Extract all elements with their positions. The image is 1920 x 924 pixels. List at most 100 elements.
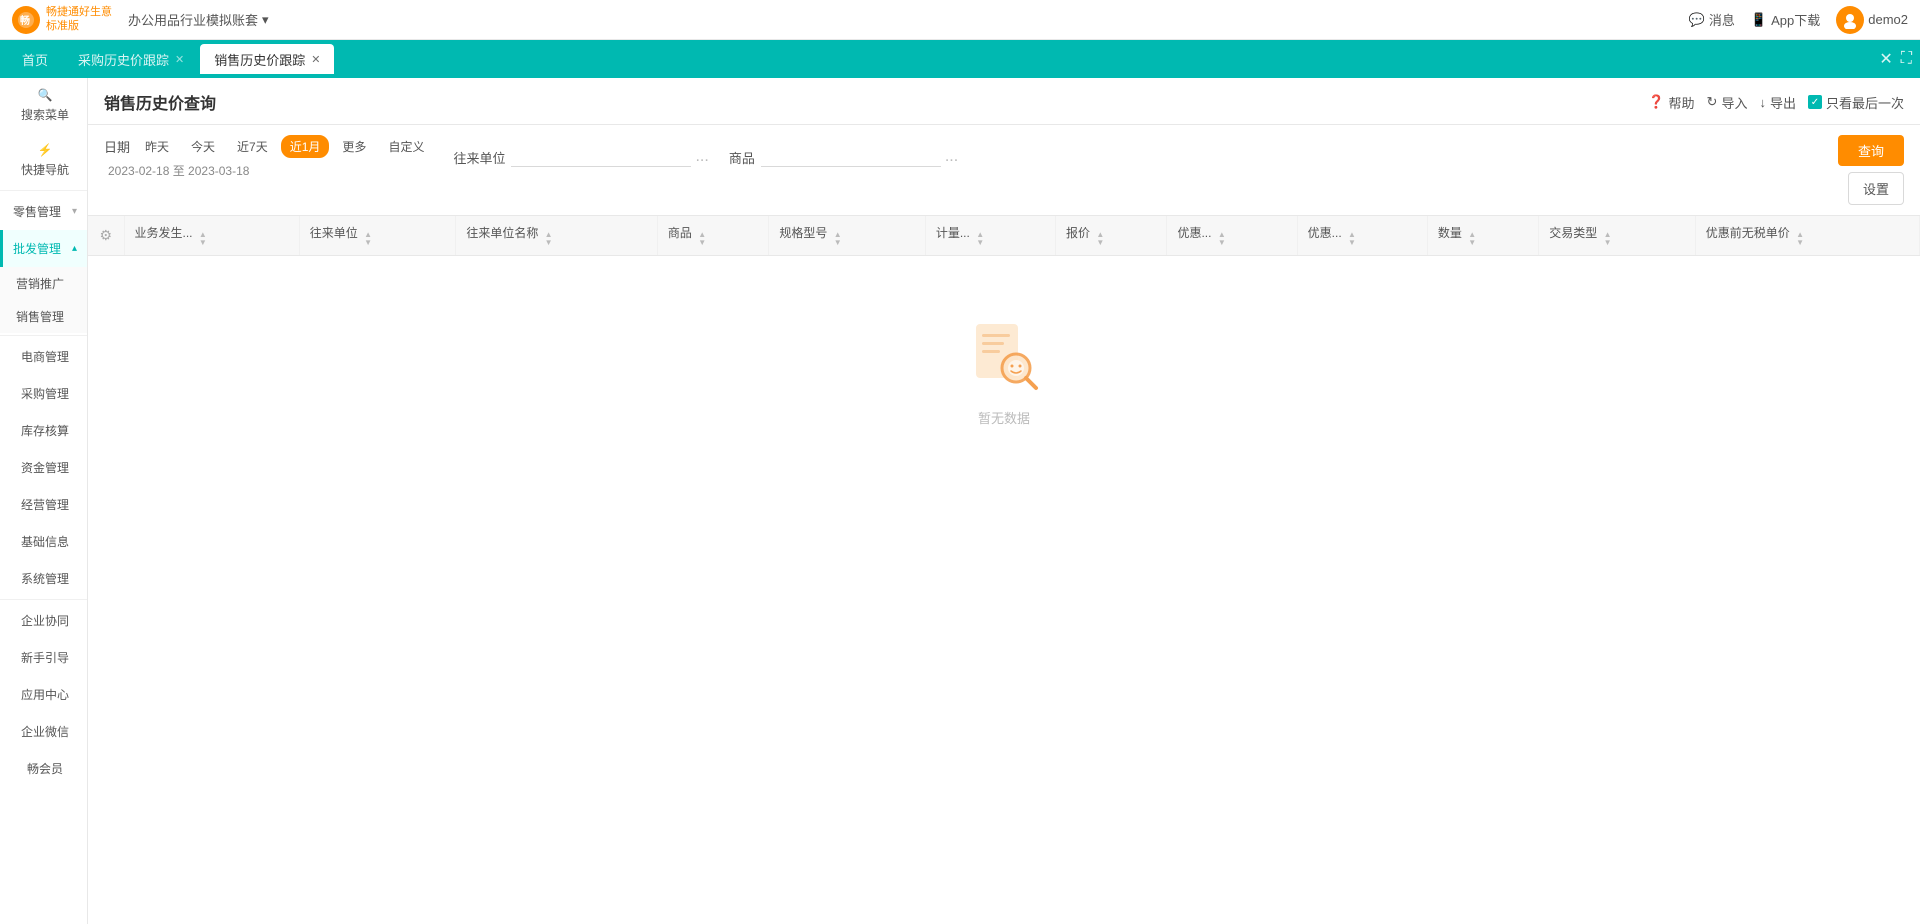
partner-input[interactable] bbox=[511, 147, 691, 167]
sort-discount1-icon[interactable]: ▲▼ bbox=[1218, 231, 1226, 247]
sidebar-item-basic-info[interactable]: 基础信息 bbox=[0, 523, 87, 560]
partner-dots-button[interactable]: ... bbox=[695, 148, 708, 166]
content-area: 销售历史价查询 ❓ 帮助 ↻ 导入 ↓ 导出 bbox=[88, 78, 1920, 924]
date-range-display: 2023-02-18 至 2023-03-18 bbox=[108, 162, 249, 179]
sidebar-item-marketing[interactable]: 营销推广 bbox=[0, 267, 87, 300]
sidebar-item-purchase[interactable]: 采购管理 bbox=[0, 375, 87, 412]
table-header-row: ⚙ 业务发生... ▲▼ 往来单位 ▲▼ bbox=[88, 216, 1920, 256]
message-button[interactable]: 💬 消息 bbox=[1689, 10, 1735, 29]
th-settings: ⚙ bbox=[88, 216, 124, 256]
sort-discount2-icon[interactable]: ▲▼ bbox=[1348, 231, 1356, 247]
sidebar-item-enterprise[interactable]: 企业协同 bbox=[0, 602, 87, 639]
date-btn-yesterday[interactable]: 昨天 bbox=[136, 135, 178, 158]
import-button[interactable]: ↻ 导入 bbox=[1707, 93, 1748, 112]
app-download-button[interactable]: 📱 App下载 bbox=[1751, 10, 1820, 29]
date-btn-more[interactable]: 更多 bbox=[333, 135, 375, 158]
sidebar-item-inventory[interactable]: 库存核算 bbox=[0, 412, 87, 449]
sidebar-item-retail[interactable]: 零售管理 ▾ bbox=[0, 193, 87, 230]
date-label: 日期 bbox=[104, 137, 130, 156]
sort-no-tax-price-icon[interactable]: ▲▼ bbox=[1796, 231, 1804, 247]
tab-purchase-history[interactable]: 采购历史价跟踪 ✕ bbox=[64, 44, 198, 74]
sidebar-item-guide[interactable]: 新手引导 bbox=[0, 639, 87, 676]
date-btn-today[interactable]: 今天 bbox=[182, 135, 224, 158]
sidebar-label-retail: 零售管理 bbox=[13, 203, 61, 220]
message-icon: 💬 bbox=[1689, 12, 1705, 28]
th-biz-date: 业务发生... ▲▼ bbox=[124, 216, 299, 256]
sort-biz-date-icon[interactable]: ▲▼ bbox=[199, 231, 207, 247]
tab-home[interactable]: 首页 bbox=[8, 44, 62, 74]
filter-section: 日期 昨天 今天 近7天 近1月 更多 自定义 2023-02-18 至 202… bbox=[104, 135, 1822, 179]
tab-sales-history[interactable]: 销售历史价跟踪 ✕ bbox=[200, 44, 334, 74]
chevron-down-icon-wholesale: ▴ bbox=[72, 243, 77, 254]
close-tab-sales-icon[interactable]: ✕ bbox=[311, 53, 320, 66]
user-menu[interactable]: demo2 bbox=[1836, 6, 1908, 34]
logo-text: 畅捷通好生意 标准版 bbox=[46, 6, 112, 32]
th-discount1: 优惠... ▲▼ bbox=[1167, 216, 1297, 256]
sort-spec-icon[interactable]: ▲▼ bbox=[834, 231, 842, 247]
only-last-checkbox-area[interactable]: ✓ 只看最后一次 bbox=[1808, 93, 1904, 112]
sort-partner-name-icon[interactable]: ▲▼ bbox=[545, 231, 553, 247]
top-bar-right: 💬 消息 📱 App下载 demo2 bbox=[1689, 6, 1908, 34]
page-header: 销售历史价查询 ❓ 帮助 ↻ 导入 ↓ 导出 bbox=[88, 78, 1920, 125]
goods-input-area: ... bbox=[761, 147, 958, 167]
button-area: 查询 设置 bbox=[1838, 135, 1904, 205]
setting-button[interactable]: 设置 bbox=[1848, 172, 1904, 205]
date-btn-1month[interactable]: 近1月 bbox=[281, 135, 330, 158]
page-title: 销售历史价查询 bbox=[104, 90, 216, 114]
sidebar-item-finance[interactable]: 资金管理 bbox=[0, 449, 87, 486]
sort-trade-type-icon[interactable]: ▲▼ bbox=[1604, 231, 1612, 247]
sort-goods-icon[interactable]: ▲▼ bbox=[698, 231, 706, 247]
help-icon: ❓ bbox=[1648, 94, 1664, 110]
settings-icon[interactable]: ⚙ bbox=[99, 227, 112, 243]
chevron-down-icon: ▾ bbox=[262, 12, 269, 28]
th-partner-id: 往来单位 ▲▼ bbox=[299, 216, 456, 256]
main-layout: 🔍 搜索菜单 ⚡ 快捷导航 零售管理 ▾ 批发管理 ▴ 营销推广 销售管理 电商… bbox=[0, 78, 1920, 924]
sidebar-item-app-center[interactable]: 应用中心 bbox=[0, 676, 87, 713]
tab-bar: 首页 采购历史价跟踪 ✕ 销售历史价跟踪 ✕ ✕ ⛶ bbox=[0, 40, 1920, 78]
sidebar-item-wholesale[interactable]: 批发管理 ▴ bbox=[0, 230, 87, 267]
export-button[interactable]: ↓ 导出 bbox=[1759, 93, 1796, 112]
date-filter-row: 日期 昨天 今天 近7天 近1月 更多 自定义 bbox=[104, 135, 433, 158]
filter-action-row: 日期 昨天 今天 近7天 近1月 更多 自定义 2023-02-18 至 202… bbox=[88, 125, 1920, 216]
sidebar-item-member[interactable]: 畅会员 bbox=[0, 750, 87, 787]
partner-label: 往来单位 bbox=[453, 148, 505, 167]
sort-partner-id-icon[interactable]: ▲▼ bbox=[364, 231, 372, 247]
search-icon: 🔍 bbox=[38, 88, 53, 102]
empty-icon bbox=[964, 316, 1044, 396]
sort-quote-icon[interactable]: ▲▼ bbox=[1096, 231, 1104, 247]
sidebar-item-quick-nav[interactable]: ⚡ 快捷导航 bbox=[0, 133, 87, 188]
date-filter-group: 日期 昨天 今天 近7天 近1月 更多 自定义 2023-02-18 至 202… bbox=[104, 135, 433, 179]
help-button[interactable]: ❓ 帮助 bbox=[1648, 93, 1694, 112]
app-selector[interactable]: 办公用品行业模拟账套 ▾ bbox=[120, 6, 277, 33]
sort-unit-icon[interactable]: ▲▼ bbox=[976, 231, 984, 247]
query-button[interactable]: 查询 bbox=[1838, 135, 1904, 166]
close-all-tabs-button[interactable]: ✕ bbox=[1879, 49, 1892, 69]
th-partner-name: 往来单位名称 ▲▼ bbox=[456, 216, 658, 256]
sidebar-item-search-menu[interactable]: 🔍 搜索菜单 bbox=[0, 78, 87, 133]
sort-qty-icon[interactable]: ▲▼ bbox=[1468, 231, 1476, 247]
goods-dots-button[interactable]: ... bbox=[945, 148, 958, 166]
page-title-row: 销售历史价查询 ❓ 帮助 ↻ 导入 ↓ 导出 bbox=[104, 90, 1904, 114]
goods-input[interactable] bbox=[761, 147, 941, 167]
sidebar-item-operations[interactable]: 经营管理 bbox=[0, 486, 87, 523]
sidebar: 🔍 搜索菜单 ⚡ 快捷导航 零售管理 ▾ 批发管理 ▴ 营销推广 销售管理 电商… bbox=[0, 78, 88, 924]
close-tab-purchase-icon[interactable]: ✕ bbox=[175, 53, 184, 66]
maximize-button[interactable]: ⛶ bbox=[1901, 50, 1912, 68]
sidebar-item-system[interactable]: 系统管理 bbox=[0, 560, 87, 597]
avatar bbox=[1836, 6, 1864, 34]
th-spec: 规格型号 ▲▼ bbox=[769, 216, 926, 256]
chevron-right-icon: ▾ bbox=[72, 206, 77, 217]
date-btn-7days[interactable]: 近7天 bbox=[228, 135, 277, 158]
table-head: ⚙ 业务发生... ▲▼ 往来单位 ▲▼ bbox=[88, 216, 1920, 256]
sidebar-label-wholesale: 批发管理 bbox=[13, 240, 61, 257]
date-btn-custom[interactable]: 自定义 bbox=[379, 135, 433, 158]
th-goods: 商品 ▲▼ bbox=[657, 216, 768, 256]
empty-text: 暂无数据 bbox=[978, 408, 1030, 427]
top-bar: 畅 畅捷通好生意 标准版 办公用品行业模拟账套 ▾ 💬 消息 📱 App下载 d… bbox=[0, 0, 1920, 40]
only-last-checkbox[interactable]: ✓ bbox=[1808, 95, 1822, 109]
sidebar-item-ecommerce[interactable]: 电商管理 bbox=[0, 338, 87, 375]
sidebar-item-sales-manage[interactable]: 销售管理 bbox=[0, 300, 87, 333]
data-table: ⚙ 业务发生... ▲▼ 往来单位 ▲▼ bbox=[88, 216, 1920, 256]
sidebar-item-wechat[interactable]: 企业微信 bbox=[0, 713, 87, 750]
sidebar-divider-2 bbox=[0, 335, 87, 336]
